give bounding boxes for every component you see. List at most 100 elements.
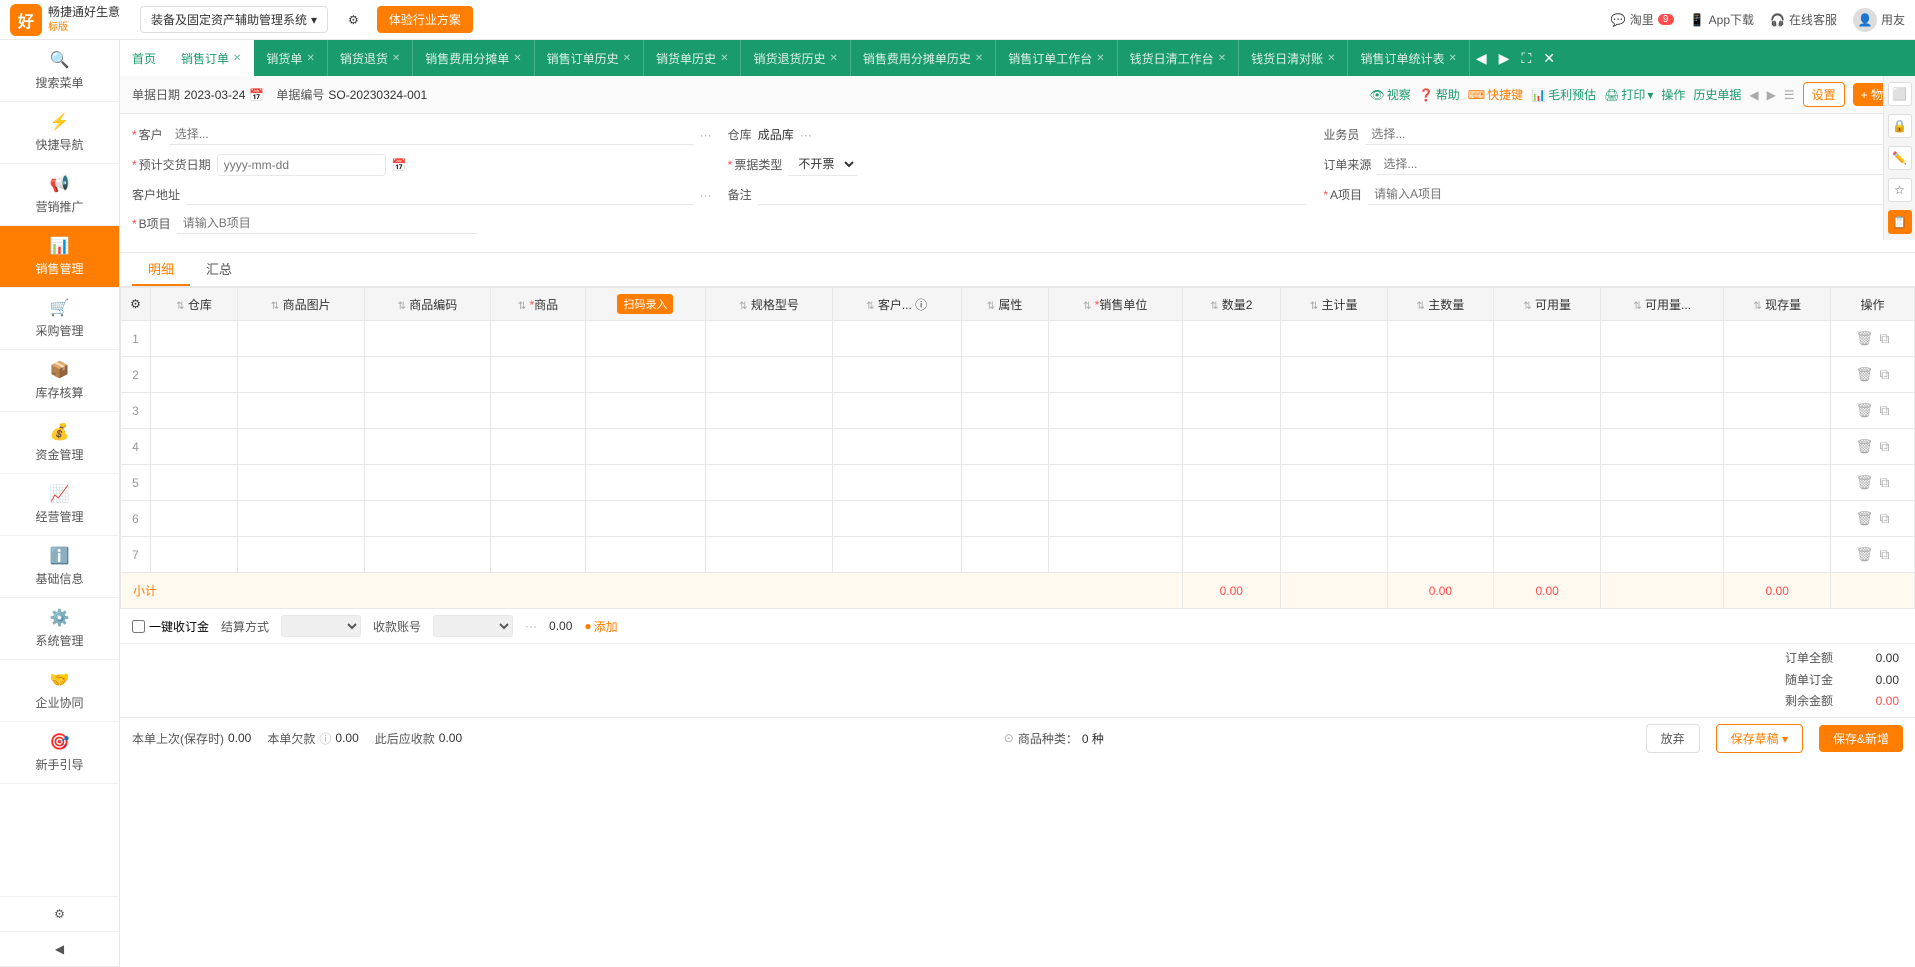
th-warehouse[interactable]: ⇅ 仓库 — [151, 288, 238, 321]
copy-icon[interactable]: ⧉ — [1879, 366, 1889, 383]
tab-close-icon[interactable]: ✕ — [513, 53, 521, 64]
operations-link[interactable]: 操作 — [1661, 86, 1685, 103]
copy-icon[interactable]: ⧉ — [1879, 474, 1889, 491]
tab-return[interactable]: 销货退货 ✕ — [328, 40, 413, 76]
th-main-unit[interactable]: ⇅ 主计量 — [1280, 288, 1387, 321]
tab-statistics[interactable]: 销售订单统计表 ✕ — [1348, 40, 1469, 76]
sidebar-item-marketing[interactable]: 📢 营销推广 — [0, 164, 119, 226]
b-project-input[interactable] — [177, 213, 477, 234]
save-and-new-button[interactable]: 保存&新增 — [1819, 725, 1903, 752]
tab-detail[interactable]: 明细 — [132, 253, 190, 286]
settings-gear[interactable]: ⚙ — [338, 9, 369, 31]
tab-close-icon[interactable]: ✕ — [1096, 53, 1104, 64]
tab-close-icon[interactable]: ✕ — [1327, 53, 1335, 64]
shortcut-link[interactable]: ⌨ 快捷键 — [1468, 86, 1523, 103]
delete-icon[interactable]: 🗑 — [1856, 510, 1874, 527]
customer-input[interactable] — [169, 124, 694, 145]
discard-button[interactable]: 放弃 — [1646, 724, 1700, 753]
tab-close-icon[interactable]: ✕ — [306, 53, 314, 64]
sidebar-item-purchase[interactable]: 🛒 采购管理 — [0, 288, 119, 350]
th-available[interactable]: ⇅ 可用量 — [1494, 288, 1601, 321]
copy-icon[interactable]: ⧉ — [1879, 438, 1889, 455]
sidebar-item-guide[interactable]: 🎯 新手引导 — [0, 722, 119, 784]
copy-icon[interactable]: ⧉ — [1879, 510, 1889, 527]
th-unit[interactable]: ⇅ *销售单位 — [1048, 288, 1182, 321]
sidebar-settings-btn[interactable]: ⚙ — [0, 897, 119, 932]
sidebar-item-system[interactable]: ⚙️ 系统管理 — [0, 598, 119, 660]
tab-close-icon[interactable]: ✕ — [623, 53, 631, 64]
account-expand-btn[interactable]: ··· — [525, 619, 537, 633]
tab-close-all-btn[interactable]: ✕ — [1537, 50, 1561, 67]
delivery-date-input[interactable] — [217, 154, 386, 176]
industry-solution-button[interactable]: 体验行业方案 — [377, 6, 473, 33]
th-customer-code[interactable]: ⇅ 客户... ⓘ — [832, 288, 961, 321]
save-draft-button[interactable]: 保存草稿 ▾ — [1716, 724, 1803, 753]
delete-icon[interactable]: 🗑 — [1856, 546, 1874, 563]
nav-next-icon[interactable]: ▶ — [1767, 88, 1776, 102]
sidebar-item-search[interactable]: 🔍 搜索菜单 — [0, 40, 119, 102]
add-payment-button[interactable]: ● 添加 — [584, 618, 617, 635]
th-stock[interactable]: ⇅ 现存量 — [1724, 288, 1831, 321]
print-link[interactable]: 🖨 打印 ▾ — [1604, 86, 1653, 103]
list-view-icon[interactable]: ☰ — [1784, 88, 1795, 102]
warehouse-expand-btn[interactable]: ··· — [800, 128, 812, 142]
right-panel-btn-1[interactable]: ⬜ — [1888, 82, 1912, 106]
account-select[interactable] — [433, 615, 513, 637]
delete-icon[interactable]: 🗑 — [1856, 402, 1874, 419]
one-click-payment-checkbox[interactable]: 一键收订金 — [132, 618, 209, 635]
order-source-input[interactable] — [1377, 154, 1903, 175]
th-qty2[interactable]: ⇅ 数量2 — [1182, 288, 1280, 321]
tab-daily-reconcile[interactable]: 钱货日清对账 ✕ — [1239, 40, 1348, 76]
th-main-qty[interactable]: ⇅ 主数量 — [1387, 288, 1494, 321]
nav-prev-icon[interactable]: ◀ — [1749, 88, 1758, 102]
tab-daily-workbench[interactable]: 钱货日清工作台 ✕ — [1118, 40, 1239, 76]
right-panel-btn-4[interactable]: ☆ — [1888, 178, 1912, 202]
customer-expand-btn[interactable]: ··· — [700, 128, 712, 142]
tab-close-icon[interactable]: ✕ — [392, 53, 400, 64]
sidebar-item-basic-info[interactable]: ℹ️ 基础信息 — [0, 536, 119, 598]
invoice-type-select[interactable]: 不开票 — [788, 153, 857, 176]
sidebar-item-enterprise[interactable]: 🤝 企业协同 — [0, 660, 119, 722]
th-attribute[interactable]: ⇅ 属性 — [961, 288, 1048, 321]
tab-close-icon[interactable]: ✕ — [720, 53, 728, 64]
payment-method-select[interactable] — [281, 615, 361, 637]
scan-btn[interactable]: 扫码录入 — [617, 294, 673, 314]
th-available2[interactable]: ⇅ 可用量... — [1601, 288, 1724, 321]
tab-summary[interactable]: 汇总 — [190, 253, 248, 286]
sidebar-item-inventory[interactable]: 📦 库存核算 — [0, 350, 119, 412]
tab-order-history[interactable]: 销售订单历史 ✕ — [535, 40, 644, 76]
sidebar-item-sales[interactable]: 📊 销售管理 — [0, 226, 119, 288]
payment-checkbox[interactable] — [132, 620, 145, 633]
tab-close-icon[interactable]: ✕ — [829, 53, 837, 64]
tab-sales-order[interactable]: 销售订单 ✕ — [169, 40, 254, 76]
right-panel-btn-2[interactable]: 🔒 — [1888, 114, 1912, 138]
address-expand-btn[interactable]: ··· — [700, 188, 712, 202]
tab-return-history[interactable]: 销货退货历史 ✕ — [741, 40, 850, 76]
settings-button[interactable]: 设置 — [1803, 82, 1845, 107]
app-selector[interactable]: 装备及固定资产辅助管理系统 ▾ — [140, 6, 328, 33]
app-download-link[interactable]: 📱 App下载 — [1690, 11, 1754, 28]
tab-nav-left[interactable]: ◀ — [1470, 50, 1493, 67]
th-product[interactable]: ⇅ *商品 — [491, 288, 586, 321]
a-project-input[interactable] — [1368, 184, 1903, 205]
copy-icon[interactable]: ⧉ — [1879, 330, 1889, 347]
tab-expense-split[interactable]: 销售费用分摊单 ✕ — [413, 40, 534, 76]
delete-icon[interactable]: 🗑 — [1856, 438, 1874, 455]
tab-sales-bill[interactable]: 销货单 ✕ — [254, 40, 327, 76]
delete-icon[interactable]: 🗑 — [1856, 474, 1874, 491]
help-link[interactable]: ❓ 帮助 — [1419, 86, 1460, 103]
tab-close-icon[interactable]: ✕ — [975, 53, 983, 64]
sidebar-item-finance[interactable]: 💰 资金管理 — [0, 412, 119, 474]
tab-expense-history[interactable]: 销售费用分摊单历史 ✕ — [851, 40, 996, 76]
notes-input[interactable] — [758, 184, 1308, 205]
view-link[interactable]: 👁 视察 — [1370, 86, 1411, 103]
tab-close-icon[interactable]: ✕ — [1449, 53, 1457, 64]
tab-nav-right[interactable]: ▶ — [1493, 50, 1516, 67]
calendar2-icon[interactable]: 📅 — [392, 158, 407, 172]
profit-forecast-link[interactable]: 📊 毛利预估 — [1531, 86, 1596, 103]
th-image[interactable]: ⇅ 商品图片 — [237, 288, 364, 321]
delete-icon[interactable]: 🗑 — [1856, 366, 1874, 383]
tab-close-icon[interactable]: ✕ — [1218, 53, 1226, 64]
online-support-link[interactable]: 🎧 在线客服 — [1770, 11, 1837, 28]
sidebar-item-operations[interactable]: 📈 经营管理 — [0, 474, 119, 536]
